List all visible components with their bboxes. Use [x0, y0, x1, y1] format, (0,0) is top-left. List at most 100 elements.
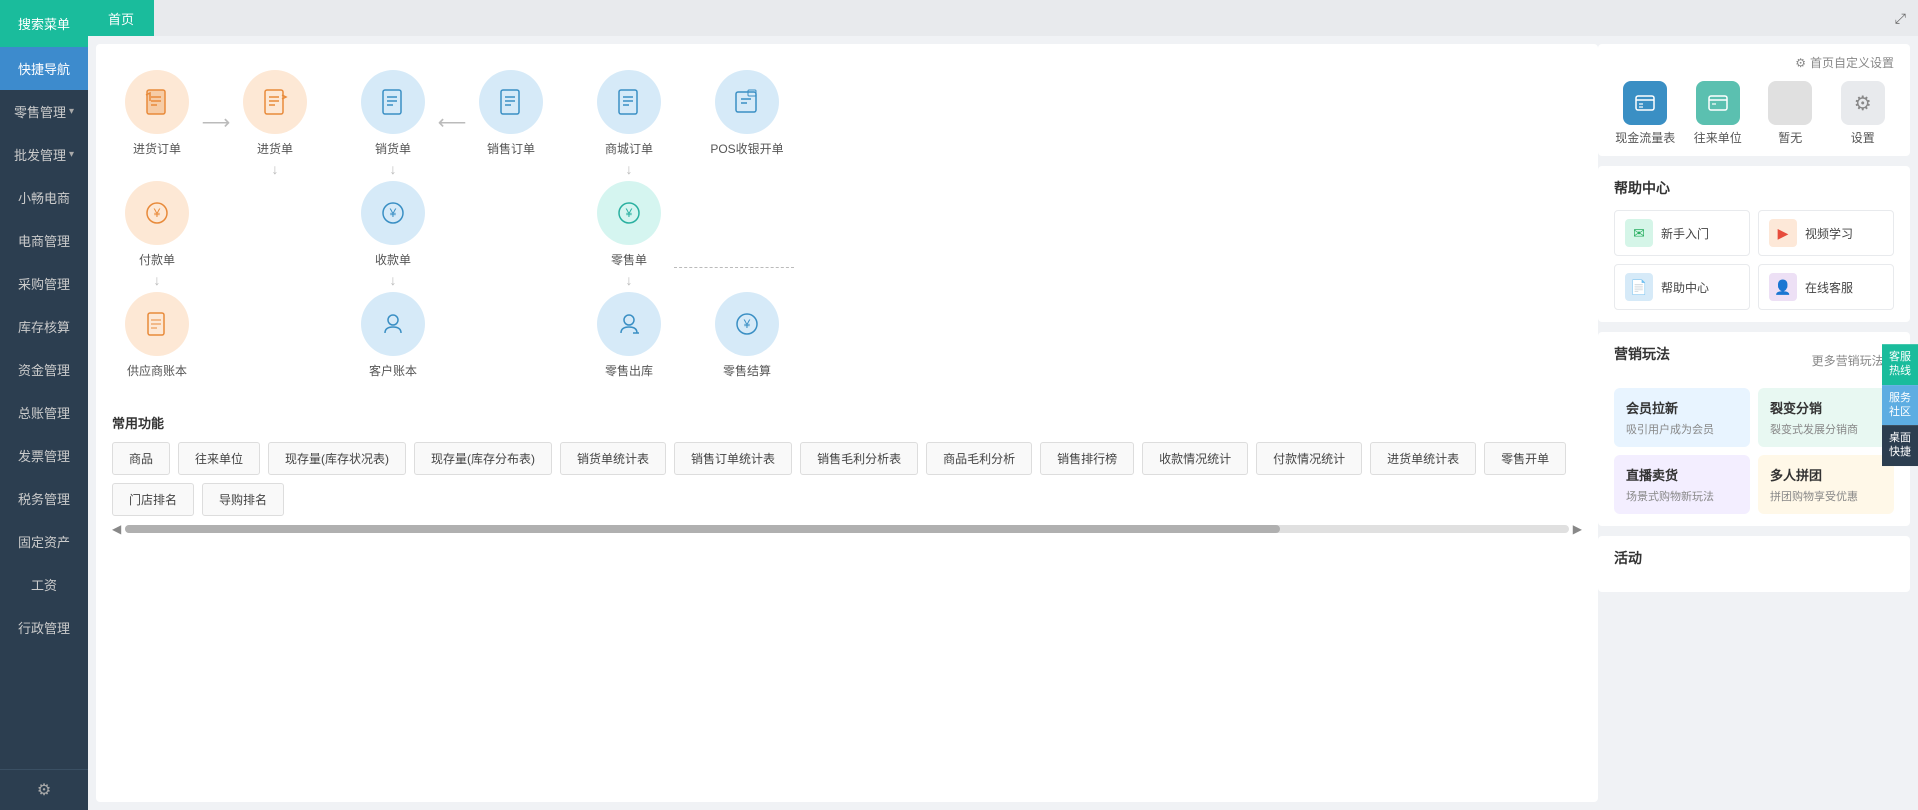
flow-node-pos: POS收银开单: [702, 70, 792, 157]
common-functions-title: 常用功能: [112, 413, 1582, 432]
btn-stock2[interactable]: 现存量(库存分布表): [414, 442, 552, 475]
ql-cashflow[interactable]: 现金流量表: [1614, 81, 1677, 146]
flow-circle-receipt[interactable]: ¥: [361, 181, 425, 245]
sidebar-item-ecommerce[interactable]: 电商管理: [0, 219, 88, 262]
flow-circle-supplier-ledger[interactable]: [125, 292, 189, 356]
help-online[interactable]: 👤 在线客服: [1758, 264, 1894, 310]
marketing-member[interactable]: 会员拉新 吸引用户成为会员: [1614, 388, 1750, 447]
quick-nav-button[interactable]: 快捷导航: [0, 47, 88, 90]
flow-circle-retail-out[interactable]: [597, 292, 661, 356]
btn-goods[interactable]: 商品: [112, 442, 170, 475]
sidebar-item-invoice[interactable]: 发票管理: [0, 434, 88, 477]
arrow-left-icon: ⟶: [438, 110, 466, 157]
scroll-right-btn[interactable]: ▶: [1573, 522, 1582, 536]
spacer2: [556, 135, 584, 157]
btn-goods-profit[interactable]: 商品毛利分析: [926, 442, 1032, 475]
flow-circle-sales[interactable]: [361, 70, 425, 134]
flow-circle-mall-order[interactable]: [597, 70, 661, 134]
flow-circle-sales-order[interactable]: [479, 70, 543, 134]
sidebar-item-tax[interactable]: 税务管理: [0, 477, 88, 520]
left-panel: 进货订单 ⟶: [96, 44, 1598, 802]
btn-purchase-stat[interactable]: 进货单统计表: [1370, 442, 1476, 475]
btn-units[interactable]: 往来单位: [178, 442, 260, 475]
svg-text:¥: ¥: [743, 317, 751, 331]
btn-receipt-stat[interactable]: 收款情况统计: [1142, 442, 1248, 475]
spacer3: [674, 135, 702, 157]
sidebar-item-retail[interactable]: 零售管理 ▾: [0, 90, 88, 133]
common-functions-section: 常用功能 商品 往来单位 现存量(库存状况表) 现存量(库存分布表) 销货单统计…: [112, 413, 1582, 516]
sidebar-item-wholesale[interactable]: 批发管理 ▾: [0, 133, 88, 176]
flow-circle-payment[interactable]: ¥: [125, 181, 189, 245]
flow-node-purchase: 进货单: [230, 70, 320, 157]
sidebar-item-inventory[interactable]: 库存核算: [0, 305, 88, 348]
ql-units[interactable]: 往来单位: [1687, 81, 1750, 146]
btn-sales-order-stat[interactable]: 销售订单统计表: [674, 442, 792, 475]
sidebar-item-admin[interactable]: 行政管理: [0, 606, 88, 649]
quick-links-settings[interactable]: ⚙ 首页自定义设置: [1614, 54, 1894, 71]
help-center-link[interactable]: 📄 帮助中心: [1614, 264, 1750, 310]
btn-payment-stat[interactable]: 付款情况统计: [1256, 442, 1362, 475]
quick-links-panel: ⚙ 首页自定义设置 现金流量表: [1598, 44, 1910, 156]
chevron-down-icon: ▾: [69, 149, 74, 160]
down-arrow-pay: ↓: [112, 272, 202, 288]
flow-node-receipt: ¥ 收款单: [348, 181, 438, 268]
marketing-fission[interactable]: 裂变分销 裂变式发展分销商: [1758, 388, 1894, 447]
h-scrollbar: ◀ ▶: [112, 516, 1582, 538]
ql-cashflow-icon: [1623, 81, 1667, 125]
help-beginner[interactable]: ✉ 新手入门: [1614, 210, 1750, 256]
btn-stock1[interactable]: 现存量(库存状况表): [268, 442, 406, 475]
fullscreen-button[interactable]: ⤢: [1883, 0, 1918, 36]
flow-circle-pos[interactable]: [715, 70, 779, 134]
marketing-group[interactable]: 多人拼团 拼团购物享受优惠: [1758, 455, 1894, 514]
flow-circle-purchase-order[interactable]: [125, 70, 189, 134]
tab-bar: 首页 ⤢: [88, 0, 1918, 36]
ql-none[interactable]: 暂无: [1759, 81, 1822, 146]
sidebar-item-salary[interactable]: 工资: [0, 563, 88, 606]
btn-store-rank[interactable]: 门店排名: [112, 483, 194, 516]
sidebar-item-ecommerce-small[interactable]: 小畅电商: [0, 176, 88, 219]
help-online-icon: 👤: [1769, 273, 1797, 301]
search-menu-button[interactable]: 搜索菜单: [0, 0, 88, 47]
flow-circle-retail-order[interactable]: ¥: [597, 181, 661, 245]
float-community[interactable]: 服务社区: [1882, 385, 1918, 426]
flow-node-mall-order: 商城订单: [584, 70, 674, 157]
sidebar-settings-icon[interactable]: ⚙: [0, 769, 88, 810]
sidebar: 搜索菜单 快捷导航 零售管理 ▾ 批发管理 ▾ 小畅电商 电商管理 采购管理 库…: [0, 0, 88, 810]
down-arrow-mall: ↓: [584, 161, 674, 177]
activities-title: 活动: [1614, 548, 1894, 568]
svg-text:¥: ¥: [625, 206, 633, 220]
btn-sales-rank[interactable]: 销售排行榜: [1040, 442, 1134, 475]
sidebar-item-ledger[interactable]: 总账管理: [0, 391, 88, 434]
tab-home[interactable]: 首页: [88, 0, 154, 36]
flow-row-2: ¥ 付款单 ¥: [112, 181, 1582, 268]
sidebar-item-assets[interactable]: 固定资产: [0, 520, 88, 563]
flow-circle-purchase[interactable]: [243, 70, 307, 134]
flow-circle-customer-ledger[interactable]: [361, 292, 425, 356]
marketing-live[interactable]: 直播卖货 场景式购物新玩法: [1614, 455, 1750, 514]
flow-circle-retail-settle[interactable]: ¥: [715, 292, 779, 356]
main-area: 首页 ⤢: [88, 0, 1918, 810]
quick-link-items: 现金流量表 往来单位 暂: [1614, 81, 1894, 146]
ql-units-icon: [1696, 81, 1740, 125]
sidebar-item-purchase[interactable]: 采购管理: [0, 262, 88, 305]
spacer: [320, 135, 348, 157]
ql-settings[interactable]: ⚙ 设置: [1832, 81, 1895, 146]
help-video[interactable]: ▶ 视频学习: [1758, 210, 1894, 256]
sidebar-item-finance[interactable]: 资金管理: [0, 348, 88, 391]
marketing-header: 营销玩法 更多营销玩法 >: [1614, 344, 1894, 376]
flow-section: 进货订单 ⟶: [112, 60, 1582, 403]
float-desktop[interactable]: 桌面快捷: [1882, 425, 1918, 466]
btn-guide-rank[interactable]: 导购排名: [202, 483, 284, 516]
help-grid: ✉ 新手入门 ▶ 视频学习 📄 帮助中心 👤 在线客服: [1614, 210, 1894, 310]
help-title: 帮助中心: [1614, 178, 1894, 198]
down-arrow-sales: ↓: [348, 161, 438, 177]
scrollbar-track[interactable]: [125, 525, 1569, 533]
down-arrow-rec: ↓: [348, 272, 438, 288]
btn-sales-stat[interactable]: 销货单统计表: [560, 442, 666, 475]
right-panel: ⚙ 首页自定义设置 现金流量表: [1598, 36, 1918, 810]
flow-node-retail-out: 零售出库: [584, 292, 674, 379]
btn-sales-profit[interactable]: 销售毛利分析表: [800, 442, 918, 475]
float-customer-service[interactable]: 客服热线: [1882, 344, 1918, 385]
btn-retail-order[interactable]: 零售开单: [1484, 442, 1566, 475]
scroll-left-btn[interactable]: ◀: [112, 522, 121, 536]
